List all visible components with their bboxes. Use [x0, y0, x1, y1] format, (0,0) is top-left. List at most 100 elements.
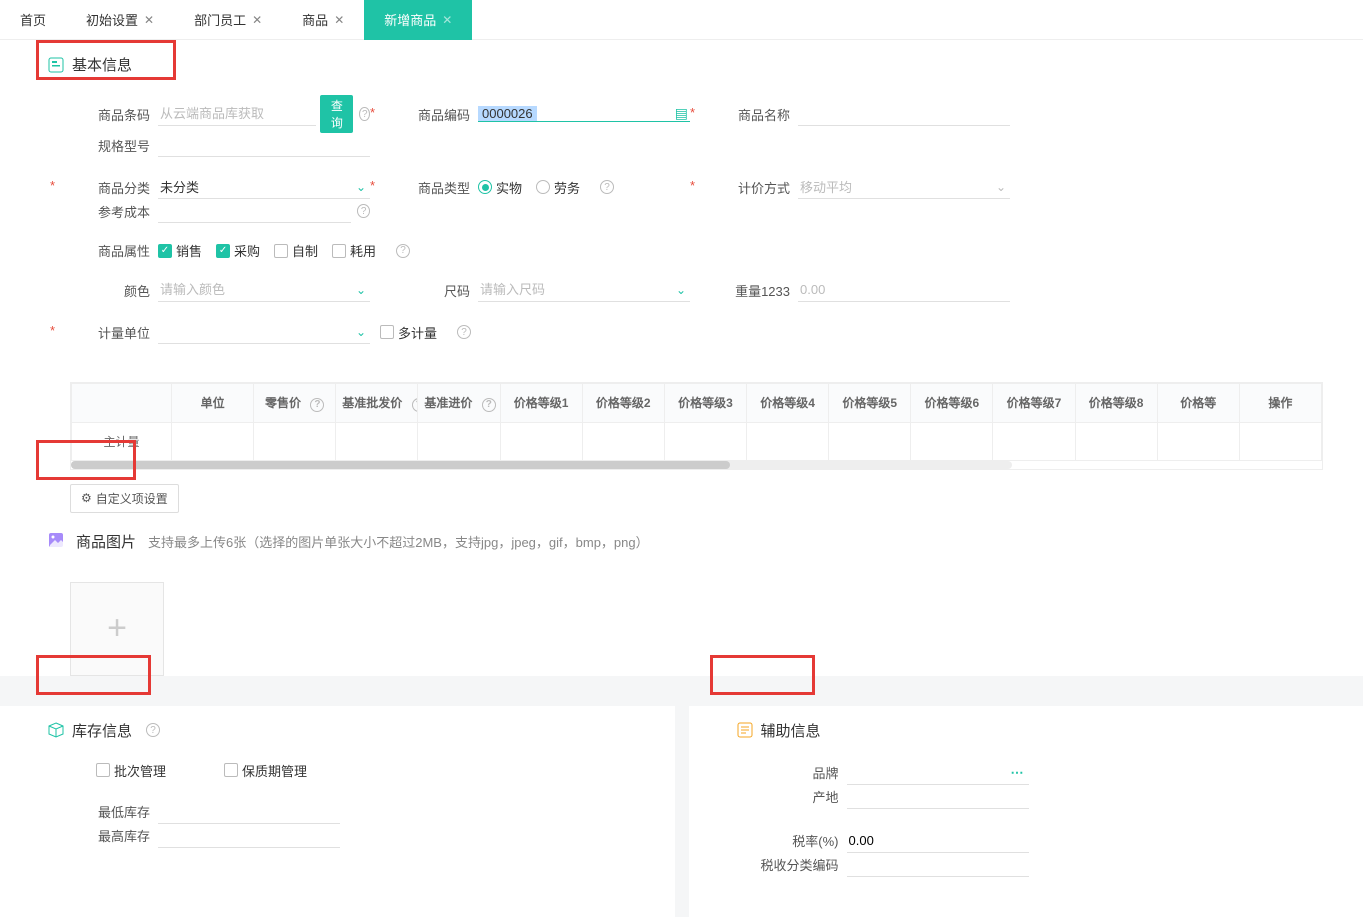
name-input[interactable] — [798, 102, 1010, 126]
label-weight: 重量1233 — [700, 281, 790, 300]
custom-fields-button[interactable]: ⚙ 自定义项设置 — [70, 484, 179, 513]
label-tax-rate: 税率(%) — [749, 831, 839, 850]
brand-input[interactable] — [847, 761, 1029, 785]
section-basic: 基本信息 — [0, 40, 1363, 85]
help-icon[interactable]: ? — [396, 244, 410, 258]
table-cell[interactable] — [172, 422, 254, 460]
table-cell[interactable] — [582, 422, 664, 460]
table-cell[interactable] — [254, 422, 336, 460]
col-header: 价格等 — [1157, 384, 1239, 423]
pricing-select[interactable] — [798, 175, 1010, 199]
col-header: 单位 — [172, 384, 254, 423]
table-cell[interactable] — [911, 422, 993, 460]
label-spec: 规格型号 — [60, 136, 150, 155]
price-table: 单位零售价 ?基准批发价 ?基准进价 ?价格等级1价格等级2价格等级3价格等级4… — [70, 382, 1323, 470]
tax-code-input[interactable] — [847, 853, 1029, 877]
col-header: 价格等级8 — [1075, 384, 1157, 423]
col-header: 价格等级5 — [829, 384, 911, 423]
chk-self[interactable]: 自制 — [274, 241, 318, 260]
label-brand: 品牌 — [749, 763, 839, 782]
help-icon[interactable]: ? — [310, 398, 324, 412]
tab-product[interactable]: 商品✕ — [282, 0, 364, 40]
chk-batch[interactable]: 批次管理 — [96, 761, 166, 780]
table-cell[interactable] — [664, 422, 746, 460]
max-stock-input[interactable] — [158, 824, 340, 848]
image-icon — [48, 532, 64, 551]
table-cell[interactable] — [993, 422, 1075, 460]
table-cell[interactable] — [1157, 422, 1239, 460]
h-scrollbar[interactable] — [71, 461, 1012, 469]
radio-service[interactable]: 劳务 — [536, 178, 580, 197]
help-icon[interactable]: ? — [600, 180, 614, 194]
col-header: 操作 — [1239, 384, 1321, 423]
size-input[interactable] — [478, 278, 690, 302]
label-tax-code: 税收分类编码 — [749, 855, 839, 874]
table-cell[interactable] — [1075, 422, 1157, 460]
weight-input[interactable] — [798, 278, 1010, 302]
label-refcost: 参考成本 — [60, 202, 150, 221]
tab-init[interactable]: 初始设置✕ — [66, 0, 174, 40]
min-stock-input[interactable] — [158, 800, 340, 824]
help-icon[interactable]: ? — [412, 398, 418, 412]
category-select[interactable] — [158, 175, 370, 199]
table-cell[interactable] — [336, 422, 418, 460]
col-header: 价格等级3 — [664, 384, 746, 423]
document-icon[interactable]: ▤ — [675, 105, 688, 122]
table-cell[interactable] — [418, 422, 500, 460]
help-icon[interactable]: ? — [457, 325, 471, 339]
unit-select[interactable] — [158, 320, 370, 344]
radio-physical[interactable]: 实物 — [478, 178, 522, 197]
tab-new-product[interactable]: 新增商品✕ — [364, 0, 472, 40]
section-title: 辅助信息 — [761, 720, 821, 741]
label-pricing: 计价方式 — [700, 178, 790, 197]
label-size: 尺码 — [380, 281, 470, 300]
label-unit: 计量单位 — [60, 323, 150, 342]
table-cell[interactable] — [500, 422, 582, 460]
tab-staff[interactable]: 部门员工✕ — [174, 0, 282, 40]
close-icon[interactable]: ✕ — [442, 13, 452, 27]
tab-home[interactable]: 首页 — [0, 0, 66, 40]
table-cell[interactable] — [829, 422, 911, 460]
image-hint: 支持最多上传6张（选择的图片单张大小不超过2MB，支持jpg，jpeg，gif，… — [148, 532, 649, 551]
more-icon[interactable]: ⋯ — [1011, 765, 1025, 781]
section-aux: 辅助信息 — [689, 706, 1363, 751]
table-cell[interactable] — [1239, 422, 1321, 460]
help-icon[interactable]: ? — [359, 107, 370, 121]
section-title: 基本信息 — [72, 54, 132, 75]
col-header: 价格等级1 — [500, 384, 582, 423]
color-input[interactable] — [158, 278, 370, 302]
origin-input[interactable] — [847, 785, 1029, 809]
section-title: 商品图片 — [76, 531, 136, 552]
chk-buy[interactable]: 采购 — [216, 241, 260, 260]
close-icon[interactable]: ✕ — [144, 13, 154, 27]
refcost-input[interactable] — [158, 199, 351, 223]
section-title: 库存信息 — [72, 720, 132, 741]
query-button[interactable]: 查询 — [320, 95, 353, 133]
help-icon[interactable]: ? — [357, 204, 370, 218]
label-attrs: 商品属性 — [60, 241, 150, 260]
barcode-input[interactable] — [158, 102, 316, 126]
table-cell: 主计量 — [72, 422, 172, 460]
code-value[interactable]: 0000026 — [478, 106, 537, 121]
close-icon[interactable]: ✕ — [334, 13, 344, 27]
chk-use[interactable]: 耗用 — [332, 241, 376, 260]
label-barcode: 商品条码 — [60, 105, 150, 124]
spec-input[interactable] — [158, 133, 370, 157]
col-header: 零售价 ? — [254, 384, 336, 423]
chk-multi-unit[interactable]: 多计量 — [380, 323, 437, 342]
col-header: 价格等级2 — [582, 384, 664, 423]
label-max-stock: 最高库存 — [60, 826, 150, 845]
help-icon[interactable]: ? — [482, 398, 496, 412]
label-origin: 产地 — [749, 787, 839, 806]
chk-shelf[interactable]: 保质期管理 — [224, 761, 307, 780]
chk-sale[interactable]: 销售 — [158, 241, 202, 260]
label-min-stock: 最低库存 — [60, 802, 150, 821]
gear-icon: ⚙ — [81, 491, 92, 505]
table-cell[interactable] — [746, 422, 828, 460]
help-icon[interactable]: ? — [146, 723, 160, 737]
close-icon[interactable]: ✕ — [252, 13, 262, 27]
upload-button[interactable]: + — [70, 582, 164, 676]
label-code: 商品编码 — [380, 105, 470, 124]
tax-rate-input[interactable] — [847, 829, 1029, 853]
label-category: 商品分类 — [60, 178, 150, 197]
